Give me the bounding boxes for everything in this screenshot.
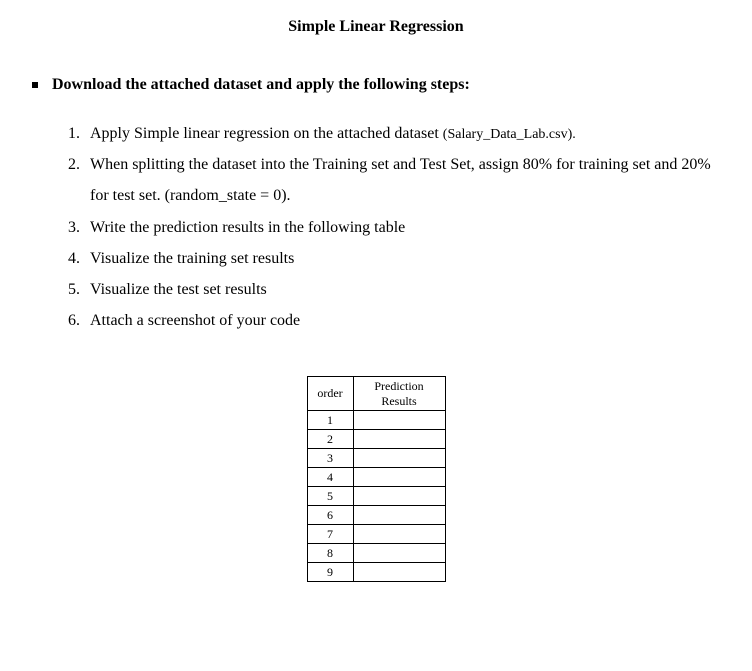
table-row: 6 <box>307 506 445 525</box>
order-cell: 8 <box>307 544 353 563</box>
bullet-instruction: Download the attached dataset and apply … <box>32 76 712 94</box>
pred-cell <box>353 468 445 487</box>
step-3: 3. Write the prediction results in the f… <box>68 212 712 243</box>
step-number: 4. <box>68 243 90 274</box>
step-number: 2. <box>68 149 90 211</box>
header-order: order <box>307 377 353 411</box>
bullet-text: Download the attached dataset and apply … <box>52 76 470 94</box>
step-6: 6. Attach a screenshot of your code <box>68 305 712 336</box>
table-row: 7 <box>307 525 445 544</box>
pred-cell <box>353 411 445 430</box>
pred-cell <box>353 449 445 468</box>
step-5: 5. Visualize the test set results <box>68 274 712 305</box>
order-cell: 4 <box>307 468 353 487</box>
prediction-table: order Prediction Results 1 2 3 4 5 6 7 8… <box>307 376 446 582</box>
step-number: 6. <box>68 305 90 336</box>
order-cell: 1 <box>307 411 353 430</box>
table-row: 4 <box>307 468 445 487</box>
step-text: Attach a screenshot of your code <box>90 305 712 336</box>
step-number: 1. <box>68 118 90 149</box>
steps-list: 1. Apply Simple linear regression on the… <box>68 118 712 336</box>
table-header-row: order Prediction Results <box>307 377 445 411</box>
header-pred-line2: Results <box>381 394 416 408</box>
order-cell: 6 <box>307 506 353 525</box>
order-cell: 5 <box>307 487 353 506</box>
step-2: 2. When splitting the dataset into the T… <box>68 149 712 211</box>
step-text-small: (Salary_Data_Lab.csv). <box>443 127 576 142</box>
step-text-main: Apply Simple linear regression on the at… <box>90 125 443 142</box>
pred-cell <box>353 506 445 525</box>
step-text: Write the prediction results in the foll… <box>90 212 712 243</box>
step-text: Apply Simple linear regression on the at… <box>90 118 712 149</box>
step-text: Visualize the test set results <box>90 274 712 305</box>
pred-cell <box>353 544 445 563</box>
step-1: 1. Apply Simple linear regression on the… <box>68 118 712 149</box>
order-cell: 2 <box>307 430 353 449</box>
pred-cell <box>353 487 445 506</box>
table-row: 3 <box>307 449 445 468</box>
order-cell: 3 <box>307 449 353 468</box>
square-bullet-icon <box>32 82 38 88</box>
step-number: 5. <box>68 274 90 305</box>
table-row: 2 <box>307 430 445 449</box>
table-row: 8 <box>307 544 445 563</box>
step-4: 4. Visualize the training set results <box>68 243 712 274</box>
pred-cell <box>353 563 445 582</box>
order-cell: 9 <box>307 563 353 582</box>
pred-cell <box>353 430 445 449</box>
step-number: 3. <box>68 212 90 243</box>
table-wrap: order Prediction Results 1 2 3 4 5 6 7 8… <box>40 376 712 582</box>
table-row: 9 <box>307 563 445 582</box>
step-text: Visualize the training set results <box>90 243 712 274</box>
header-prediction: Prediction Results <box>353 377 445 411</box>
table-row: 1 <box>307 411 445 430</box>
step-text: When splitting the dataset into the Trai… <box>90 149 712 211</box>
pred-cell <box>353 525 445 544</box>
header-pred-line1: Prediction <box>374 379 423 393</box>
table-row: 5 <box>307 487 445 506</box>
page-title: Simple Linear Regression <box>140 18 612 36</box>
order-cell: 7 <box>307 525 353 544</box>
